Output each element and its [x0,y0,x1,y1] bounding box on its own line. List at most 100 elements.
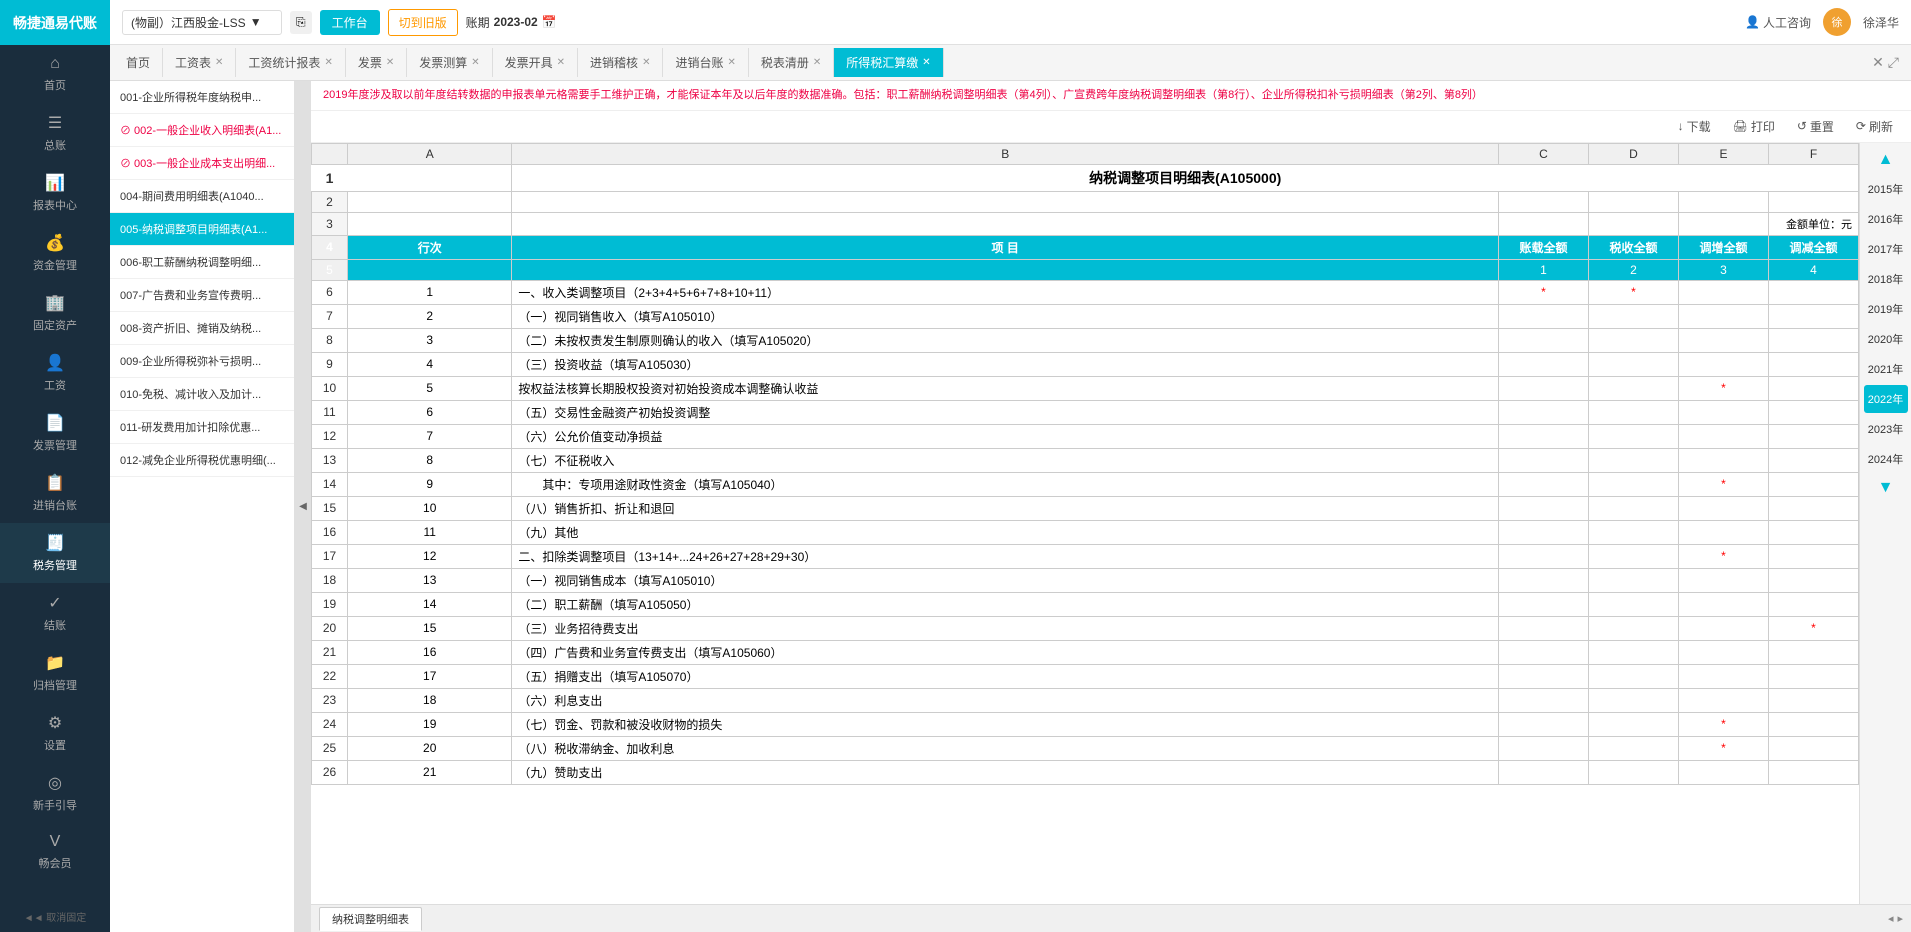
tab-purchase-ledger-close[interactable]: ✕ [727,57,735,68]
sidebar-item-ledger[interactable]: 📋 进销台账 [0,463,110,523]
sidebar-item-capital[interactable]: 💰 资金管理 [0,223,110,283]
left-item-003[interactable]: ⊘ 003-一般企业成本支出明细... [110,147,294,180]
company-selector[interactable]: (物副）江西股金-LSS ▼ [122,10,282,35]
unpin-icon: ◄◄ [24,913,44,924]
download-button[interactable]: ↓ 下载 [1672,115,1717,138]
data-row-6: 6 1 一、收入类调整项目（2+3+4+5+6+7+8+10+11） * * [312,280,1859,304]
sidebar-item-member[interactable]: V 畅会员 [0,823,110,881]
sidebar-item-report[interactable]: 📊 报表中心 [0,163,110,223]
tab-invoice-open[interactable]: 发票开具✕ [493,48,578,77]
tab-home[interactable]: 首页 [114,48,163,77]
unit-D [1589,212,1679,235]
consultant-button[interactable]: 👤 人工咨询 [1745,14,1811,31]
left-item-001[interactable]: 001-企业所得税年度纳税申... [110,81,294,114]
reset-button[interactable]: ↺ 重置 [1791,115,1840,138]
tab-purchase-check-close[interactable]: ✕ [642,57,650,68]
tabbar: 首页 工资表 ✕ 工资统计报表✕ 发票✕ 发票测算✕ 发票开具✕ 进销稽核 ✕ 进销… [110,45,1911,81]
left-item-010[interactable]: 010-免税、减计收入及加计... [110,378,294,411]
year-nav-down[interactable]: ▼ [1874,475,1898,501]
sidebar-item-home[interactable]: ⌂ 首页 [0,45,110,103]
scroll-right-icon[interactable]: ▸ [1897,912,1903,925]
refresh-button[interactable]: ⟳ 刷新 [1850,115,1899,138]
tab-invoice-calc[interactable]: 发票测算✕ [407,48,492,77]
close-all-icon[interactable]: ✕ [1872,54,1884,71]
spreadsheet: A B C D E F 1 [311,143,1859,785]
tab-invoice-open-close[interactable]: ✕ [557,57,565,68]
sheet-toolbar: ↓ 下载 🖨 打印 ↺ 重置 ⟳ 刷新 [311,111,1911,143]
left-item-005[interactable]: 005-纳税调整项目明细表(A1... [110,213,294,246]
row2-D [1589,191,1679,212]
tab-salary-table[interactable]: 工资表 ✕ [163,48,236,77]
sidebar-item-close[interactable]: ✓ 结账 [0,583,110,643]
year-2015[interactable]: 2015年 [1864,175,1908,203]
data-row-25: 25 20 （八）税收滞纳金、加收利息 * [312,736,1859,760]
topbar: (物副）江西股金-LSS ▼ ⎘ 工作台 切到旧版 账期 2023-02 📅 👤… [110,0,1911,45]
left-item-002[interactable]: ⊘ 002-一般企业收入明细表(A1... [110,114,294,147]
tab-tax-list[interactable]: 税表清册✕ [749,48,834,77]
tab-purchase-check-label: 进销稽核 [590,54,638,71]
workbench-button[interactable]: 工作台 [320,10,380,35]
data-row-8: 8 3 （二）未按权责发生制原则确认的收入（填写A105020） [312,328,1859,352]
left-item-012[interactable]: 012-减免企业所得税优惠明细(... [110,444,294,477]
year-2019[interactable]: 2019年 [1864,295,1908,323]
sidebar-item-close-label: 结账 [44,617,66,633]
period-edit-icon[interactable]: 📅 [542,15,557,29]
left-item-009[interactable]: 009-企业所得税弥补亏损明... [110,345,294,378]
data-row-17: 17 12 二、扣除类调整项目（13+14+...24+26+27+28+29+… [312,544,1859,568]
left-item-006[interactable]: 006-职工薪酬纳税调整明细... [110,246,294,279]
tab-tax-list-close[interactable]: ✕ [813,57,821,68]
reset-icon: ↺ [1797,119,1807,133]
row2-B [512,191,1499,212]
sidebar: 畅捷通易代账 ⌂ 首页 ☰ 总账 📊 报表中心 💰 资金管理 🏢 固定资产 👤 … [0,0,110,932]
tab-salary-report-close[interactable]: ✕ [324,57,332,68]
sidebar-item-invoice[interactable]: 📄 发票管理 [0,403,110,463]
sidebar-item-asset[interactable]: 🏢 固定资产 [0,283,110,343]
sidebar-item-archive-label: 归档管理 [33,677,77,693]
left-item-008[interactable]: 008-资产折旧、摊销及纳税... [110,312,294,345]
left-item-011[interactable]: 011-研发费用加计扣除优惠... [110,411,294,444]
year-2023[interactable]: 2023年 [1864,415,1908,443]
tab-salary-close[interactable]: ✕ [215,57,223,68]
maximize-icon[interactable]: ⤢ [1888,54,1899,71]
period-label: 账期 [466,14,490,31]
tab-purchase-check[interactable]: 进销稽核 ✕ [578,48,663,77]
sub-rownum [348,259,512,280]
left-item-004[interactable]: 004-期间费用明细表(A1040... [110,180,294,213]
tab-invoice-close[interactable]: ✕ [386,57,394,68]
year-2016[interactable]: 2016年 [1864,205,1908,233]
tab-invoice[interactable]: 发票✕ [346,48,407,77]
year-2022[interactable]: 2022年 [1864,385,1908,413]
invoice-icon: 📄 [45,413,65,433]
year-2017[interactable]: 2017年 [1864,235,1908,263]
data-row-14: 14 9 其中：专项用途财政性资金（填写A105040） * [312,472,1859,496]
title-row: 1 纳税调整项目明细表(A105000) [312,164,1859,191]
old-version-button[interactable]: 切到旧版 [388,9,458,36]
spreadsheet-container[interactable]: A B C D E F 1 [311,143,1859,905]
sidebar-item-salary[interactable]: 👤 工资 [0,343,110,403]
sidebar-item-settings[interactable]: ⚙ 设置 [0,703,110,763]
sidebar-item-tax[interactable]: 🧾 税务管理 [0,523,110,583]
sidebar-item-guide[interactable]: ◎ 新手引导 [0,763,110,823]
year-2020[interactable]: 2020年 [1864,325,1908,353]
sidebar-item-archive[interactable]: 📁 归档管理 [0,643,110,703]
tab-salary-label: 工资表 [175,54,211,71]
left-item-007[interactable]: 007-广告费和业务宣传费明... [110,279,294,312]
year-nav-up[interactable]: ▲ [1874,147,1898,173]
unpin-button[interactable]: ◄◄ 取消固定 [0,901,110,932]
copy-button[interactable]: ⎘ [290,11,312,34]
print-button[interactable]: 🖨 打印 [1727,115,1781,138]
refresh-icon: ⟳ [1856,119,1866,133]
scroll-left-icon[interactable]: ◂ [1888,912,1894,925]
tab-income-tax-close[interactable]: ✕ [922,57,930,68]
year-2018[interactable]: 2018年 [1864,265,1908,293]
tab-purchase-ledger[interactable]: 进销台账✕ [663,48,748,77]
year-2021[interactable]: 2021年 [1864,355,1908,383]
year-2024[interactable]: 2024年 [1864,445,1908,473]
tab-salary-report[interactable]: 工资统计报表✕ [236,48,345,77]
bottom-tab-adjust[interactable]: 纳税调整明细表 [319,907,422,931]
tab-income-tax[interactable]: 所得税汇算缴✕ [834,48,943,77]
sidebar-item-general[interactable]: ☰ 总账 [0,103,110,163]
sidebar-item-ledger-label: 进销台账 [33,497,77,513]
left-panel-collapse[interactable]: ◀ [295,81,311,932]
tab-invoice-calc-close[interactable]: ✕ [471,57,479,68]
